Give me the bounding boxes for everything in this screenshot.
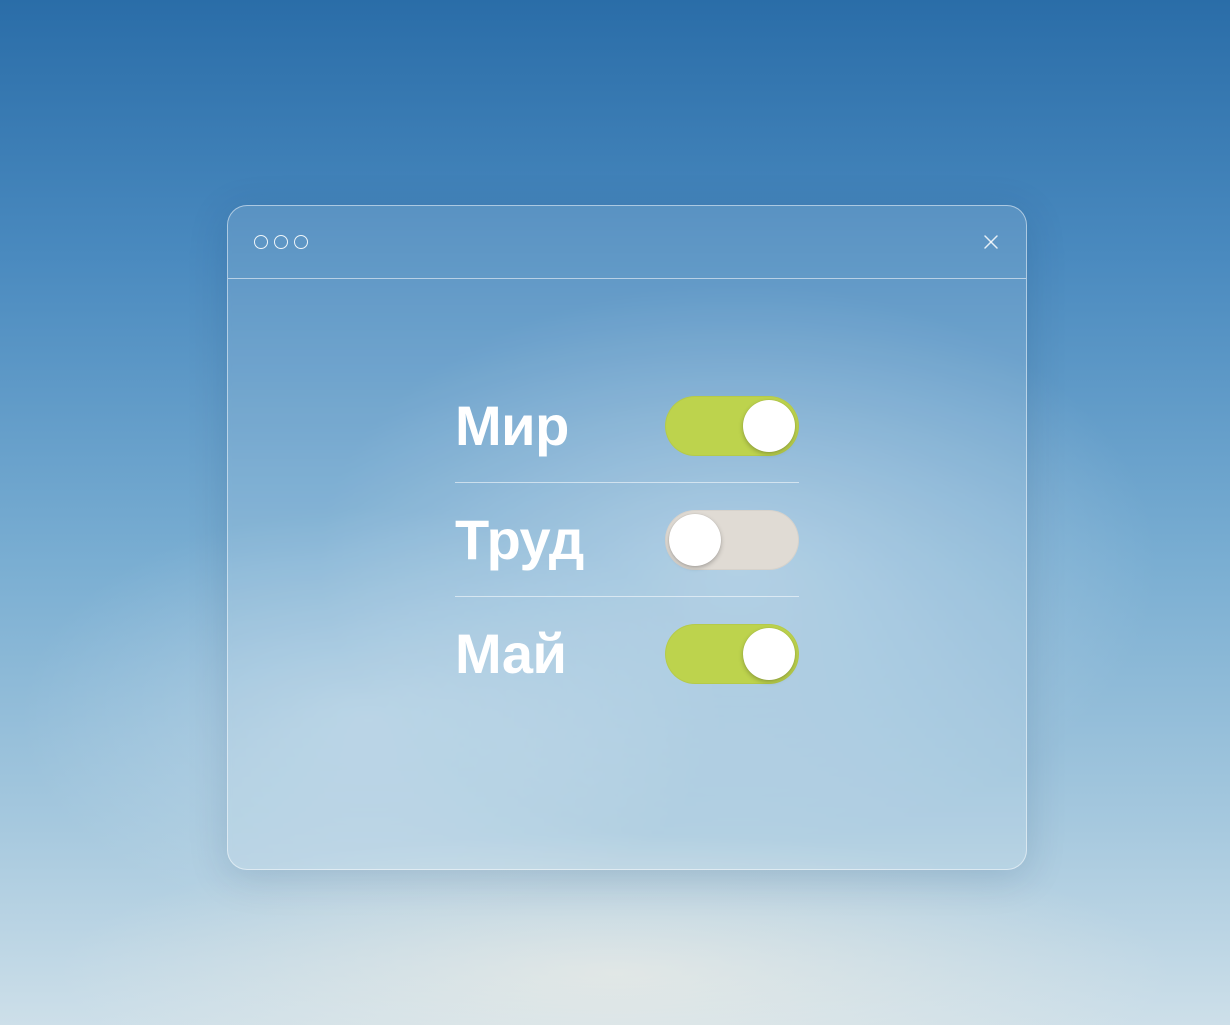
window-control-zoom[interactable] xyxy=(294,235,308,249)
toggle-knob xyxy=(743,628,795,680)
window-controls xyxy=(254,235,308,249)
setting-row-mir: Мир xyxy=(455,369,799,482)
setting-row-may: Май xyxy=(455,597,799,710)
setting-label: Труд xyxy=(455,507,584,572)
toggle-trud[interactable] xyxy=(665,510,799,570)
settings-window: Мир Труд Май xyxy=(227,205,1027,870)
close-button[interactable] xyxy=(982,233,1000,251)
toggle-knob xyxy=(669,514,721,566)
toggle-mir[interactable] xyxy=(665,396,799,456)
window-control-minimize[interactable] xyxy=(274,235,288,249)
titlebar xyxy=(228,206,1026,279)
toggle-may[interactable] xyxy=(665,624,799,684)
setting-row-trud: Труд xyxy=(455,483,799,596)
toggle-knob xyxy=(743,400,795,452)
close-icon xyxy=(983,234,999,250)
setting-label: Май xyxy=(455,621,566,686)
setting-label: Мир xyxy=(455,393,569,458)
window-control-close[interactable] xyxy=(254,235,268,249)
settings-list: Мир Труд Май xyxy=(228,279,1026,710)
